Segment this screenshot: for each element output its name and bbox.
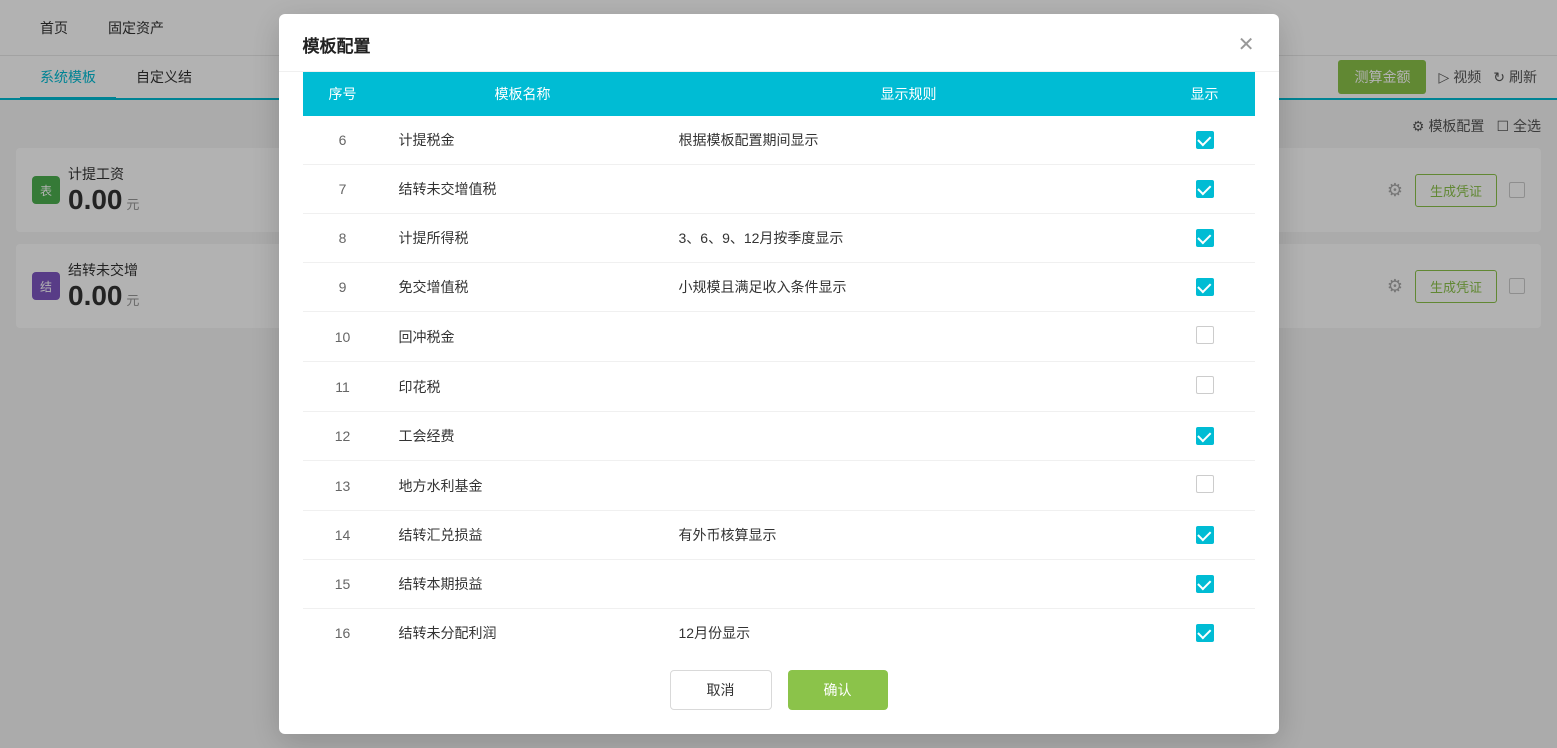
- cell-rule-6: [663, 412, 1155, 461]
- cell-check-7: [1155, 461, 1255, 511]
- checkbox-row-0[interactable]: [1196, 131, 1214, 149]
- cell-name-0: 计提税金: [383, 116, 663, 165]
- cell-rule-1: [663, 165, 1155, 214]
- cell-rule-2: 3、6、9、12月按季度显示: [663, 214, 1155, 263]
- cell-name-3: 免交增值税: [383, 263, 663, 312]
- cell-check-8: [1155, 511, 1255, 560]
- cell-rule-10: 12月份显示: [663, 609, 1155, 655]
- table-row: 11印花税: [303, 362, 1255, 412]
- checkbox-row-2[interactable]: [1196, 229, 1214, 247]
- table-row: 16结转未分配利润12月份显示: [303, 609, 1255, 655]
- col-index: 序号: [303, 72, 383, 116]
- checkbox-row-6[interactable]: [1196, 427, 1214, 445]
- col-rule: 显示规则: [663, 72, 1155, 116]
- modal-footer: 取消 确认: [279, 654, 1279, 734]
- cell-name-2: 计提所得税: [383, 214, 663, 263]
- table-row: 7结转未交增值税: [303, 165, 1255, 214]
- table-row: 14结转汇兑损益有外币核算显示: [303, 511, 1255, 560]
- cell-check-0: [1155, 116, 1255, 165]
- cell-rule-7: [663, 461, 1155, 511]
- cell-name-8: 结转汇兑损益: [383, 511, 663, 560]
- checkbox-row-8[interactable]: [1196, 526, 1214, 544]
- cell-name-1: 结转未交增值税: [383, 165, 663, 214]
- checkbox-row-5[interactable]: [1196, 376, 1214, 394]
- modal-header: 模板配置 ✕: [279, 14, 1279, 72]
- cell-name-9: 结转本期损益: [383, 560, 663, 609]
- col-name: 模板名称: [383, 72, 663, 116]
- cell-name-7: 地方水利基金: [383, 461, 663, 511]
- cell-name-4: 回冲税金: [383, 312, 663, 362]
- checkbox-row-3[interactable]: [1196, 278, 1214, 296]
- cell-index-5: 11: [303, 362, 383, 412]
- checkbox-row-1[interactable]: [1196, 180, 1214, 198]
- cell-check-1: [1155, 165, 1255, 214]
- table-header: 序号 模板名称 显示规则 显示: [303, 72, 1255, 116]
- cell-index-10: 16: [303, 609, 383, 655]
- cell-check-5: [1155, 362, 1255, 412]
- config-table: 序号 模板名称 显示规则 显示 6计提税金根据模板配置期间显示7结转未交增值税8…: [303, 72, 1255, 654]
- table-row: 15结转本期损益: [303, 560, 1255, 609]
- cell-rule-5: [663, 362, 1155, 412]
- cell-rule-9: [663, 560, 1155, 609]
- cell-name-10: 结转未分配利润: [383, 609, 663, 655]
- cell-index-1: 7: [303, 165, 383, 214]
- cell-rule-4: [663, 312, 1155, 362]
- cell-index-3: 9: [303, 263, 383, 312]
- checkbox-row-9[interactable]: [1196, 575, 1214, 593]
- table-row: 8计提所得税3、6、9、12月按季度显示: [303, 214, 1255, 263]
- modal-overlay: 模板配置 ✕ 序号 模板名称 显示规则 显示 6计提税金根据模板配置期间显示7结…: [0, 0, 1557, 748]
- cell-check-4: [1155, 312, 1255, 362]
- cell-rule-8: 有外币核算显示: [663, 511, 1155, 560]
- table-row: 13地方水利基金: [303, 461, 1255, 511]
- table-row: 6计提税金根据模板配置期间显示: [303, 116, 1255, 165]
- confirm-button[interactable]: 确认: [788, 670, 888, 710]
- table-row: 10回冲税金: [303, 312, 1255, 362]
- cell-index-9: 15: [303, 560, 383, 609]
- modal-body: 序号 模板名称 显示规则 显示 6计提税金根据模板配置期间显示7结转未交增值税8…: [279, 72, 1279, 654]
- col-display: 显示: [1155, 72, 1255, 116]
- cell-name-6: 工会经费: [383, 412, 663, 461]
- checkbox-row-10[interactable]: [1196, 624, 1214, 642]
- cell-check-6: [1155, 412, 1255, 461]
- cell-check-9: [1155, 560, 1255, 609]
- modal-close-button[interactable]: ✕: [1238, 35, 1255, 55]
- cell-index-0: 6: [303, 116, 383, 165]
- modal-title: 模板配置: [303, 32, 371, 57]
- checkbox-row-7[interactable]: [1196, 475, 1214, 493]
- cell-name-5: 印花税: [383, 362, 663, 412]
- cell-check-3: [1155, 263, 1255, 312]
- modal-template-config: 模板配置 ✕ 序号 模板名称 显示规则 显示 6计提税金根据模板配置期间显示7结…: [279, 14, 1279, 734]
- cell-check-10: [1155, 609, 1255, 655]
- cell-index-4: 10: [303, 312, 383, 362]
- cell-index-7: 13: [303, 461, 383, 511]
- table-body: 6计提税金根据模板配置期间显示7结转未交增值税8计提所得税3、6、9、12月按季…: [303, 116, 1255, 654]
- cancel-button[interactable]: 取消: [670, 670, 772, 710]
- cell-index-2: 8: [303, 214, 383, 263]
- table-row: 9免交增值税小规模且满足收入条件显示: [303, 263, 1255, 312]
- table-row: 12工会经费: [303, 412, 1255, 461]
- cell-rule-3: 小规模且满足收入条件显示: [663, 263, 1155, 312]
- cell-check-2: [1155, 214, 1255, 263]
- cell-index-6: 12: [303, 412, 383, 461]
- cell-index-8: 14: [303, 511, 383, 560]
- cell-rule-0: 根据模板配置期间显示: [663, 116, 1155, 165]
- checkbox-row-4[interactable]: [1196, 326, 1214, 344]
